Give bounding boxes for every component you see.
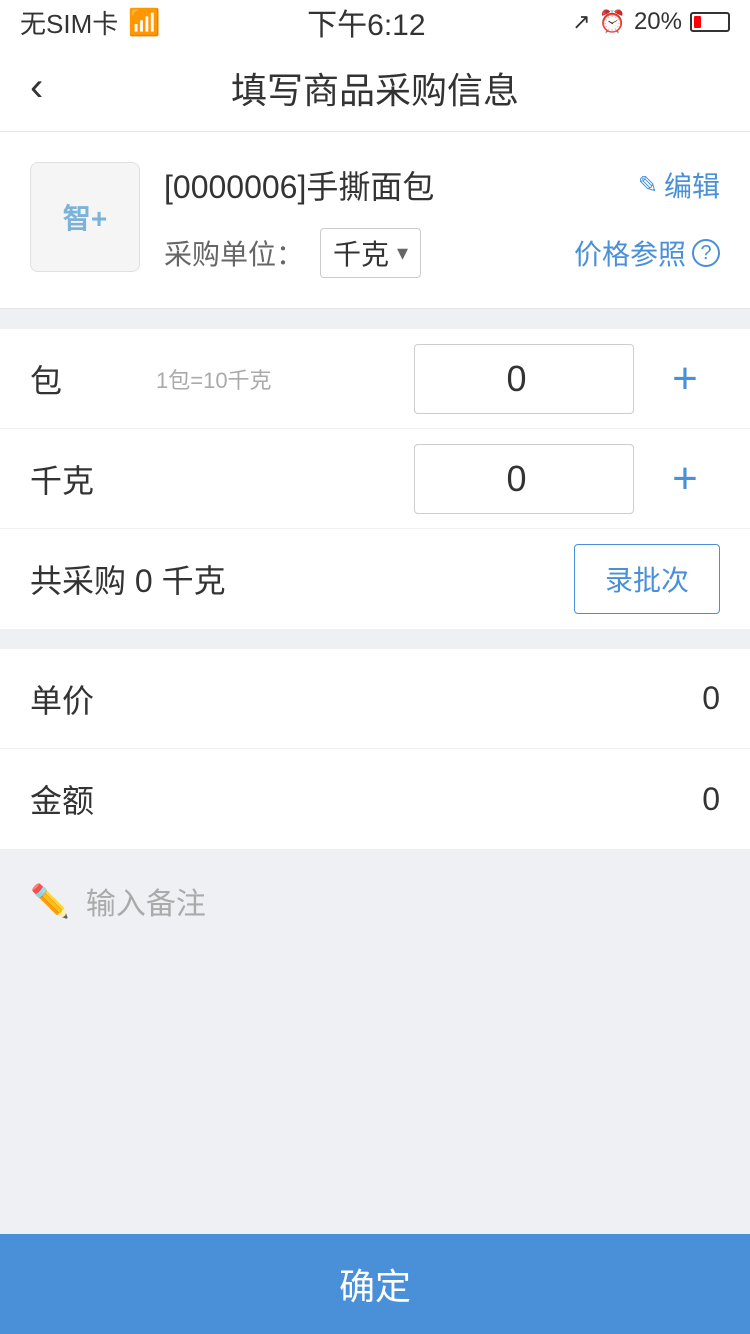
battery-icon — [690, 12, 730, 32]
status-bar: 无SIM卡 📶 下午6:12 ↗ ⏰ 20% — [0, 0, 750, 44]
carrier-label: 无SIM卡 — [20, 4, 118, 41]
pencil-icon: ✏️ — [30, 882, 70, 920]
product-logo: 智+ — [63, 197, 107, 237]
product-info: [0000006]手撕面包 ✎ 编辑 采购单位： 千克 ▾ 价格参照 ? — [164, 162, 720, 278]
bag-input[interactable] — [414, 344, 634, 414]
content-spacer — [0, 953, 750, 1234]
status-left: 无SIM卡 📶 — [20, 4, 161, 41]
summary-row: 共采购 0 千克 录批次 — [0, 529, 750, 629]
bag-plus-button[interactable]: + — [650, 344, 720, 414]
chevron-down-icon: ▾ — [397, 240, 408, 266]
kg-input-area: + — [150, 444, 720, 514]
battery-percent: 20% — [634, 8, 682, 36]
page-title: 填写商品采购信息 — [231, 62, 519, 114]
status-right: ↗ ⏰ 20% — [572, 8, 730, 36]
unit-label: 采购单位： — [164, 233, 304, 273]
amount-label: 金额 — [30, 776, 94, 822]
price-ref-button[interactable]: 价格参照 ? — [574, 233, 720, 273]
confirm-button[interactable]: 确定 — [0, 1234, 750, 1334]
edit-icon: ✎ — [638, 171, 658, 200]
kg-input[interactable] — [414, 444, 634, 514]
edit-button[interactable]: ✎ 编辑 — [638, 165, 720, 205]
product-name-row: [0000006]手撕面包 ✎ 编辑 — [164, 162, 720, 208]
note-section[interactable]: ✏️ 输入备注 — [0, 849, 750, 953]
location-icon: ↗ — [572, 9, 590, 35]
kg-label: 千克 — [30, 456, 150, 502]
product-image: 智+ — [30, 162, 140, 272]
product-card: 智+ [0000006]手撕面包 ✎ 编辑 采购单位： 千克 ▾ — [0, 132, 750, 309]
status-time: 下午6:12 — [307, 0, 425, 44]
info-icon: ? — [692, 239, 720, 267]
bag-sub-label: 1包=10千克 — [156, 363, 272, 395]
note-placeholder: 输入备注 — [86, 879, 206, 923]
unit-price-label: 单价 — [30, 676, 94, 722]
unit-value: 千克 — [333, 233, 389, 273]
batch-button[interactable]: 录批次 — [574, 544, 720, 614]
unit-price-row: 单价 0 — [0, 649, 750, 749]
amount-row: 金额 0 — [0, 749, 750, 849]
price-section: 单价 0 金额 0 — [0, 649, 750, 849]
unit-row: 采购单位： 千克 ▾ 价格参照 ? — [164, 228, 720, 278]
unit-select[interactable]: 千克 ▾ — [320, 228, 421, 278]
nav-bar: ‹ 填写商品采购信息 — [0, 44, 750, 132]
alarm-icon: ⏰ — [599, 9, 626, 35]
bag-label: 包 — [30, 356, 150, 402]
bag-row: 包 1包=10千克 + — [0, 329, 750, 429]
bag-input-area: + — [272, 344, 720, 414]
edit-label: 编辑 — [664, 165, 720, 205]
summary-text: 共采购 0 千克 — [30, 556, 226, 602]
form-section: 包 1包=10千克 + 千克 + — [0, 329, 750, 529]
separator-2 — [0, 629, 750, 649]
wifi-icon: 📶 — [128, 7, 160, 38]
product-name: [0000006]手撕面包 — [164, 162, 434, 208]
unit-price-value: 0 — [702, 680, 720, 717]
amount-value: 0 — [702, 781, 720, 818]
back-button[interactable]: ‹ — [30, 65, 43, 110]
kg-plus-button[interactable]: + — [650, 444, 720, 514]
separator-1 — [0, 309, 750, 329]
price-ref-label: 价格参照 — [574, 233, 686, 273]
kg-row: 千克 + — [0, 429, 750, 529]
